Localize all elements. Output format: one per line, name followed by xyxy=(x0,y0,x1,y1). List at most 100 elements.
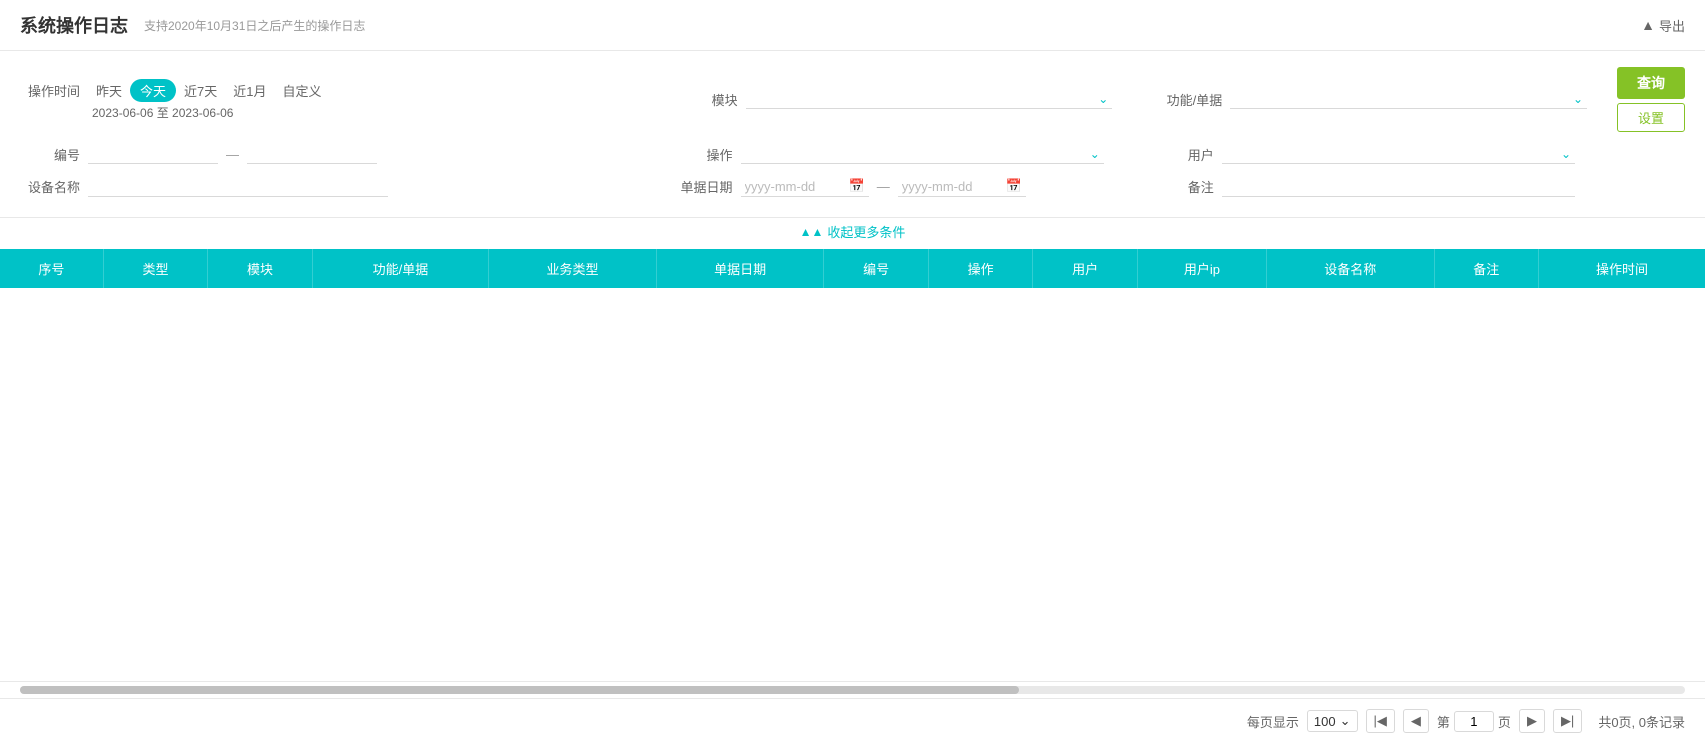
page-prev-btn[interactable]: ◀ xyxy=(1403,709,1429,733)
table-col-模块: 模块 xyxy=(208,249,312,288)
module-label: 模块 xyxy=(678,90,738,109)
user-label: 用户 xyxy=(1144,145,1214,164)
page-header: 系统操作日志 支持2020年10月31日之后产生的操作日志 ▲ 导出 xyxy=(0,0,1705,51)
collapse-row: ▲▲ 收起更多条件 xyxy=(0,222,1705,241)
scrollbar-track xyxy=(20,686,1685,694)
page-unit: 页 xyxy=(1498,712,1511,731)
func-label: 功能/单据 xyxy=(1152,90,1222,109)
page-next-btn[interactable]: ▶ xyxy=(1519,709,1545,733)
module-filter-cell: 模块 ⌄ xyxy=(658,90,1113,109)
table-col-类型: 类型 xyxy=(103,249,207,288)
number-filter-cell: 编号 — xyxy=(20,144,653,164)
page-size-arrow: ⌄ xyxy=(1340,713,1351,729)
table-col-单据日期: 单据日期 xyxy=(656,249,824,288)
date-from-input[interactable] xyxy=(745,179,845,194)
table-col-操作: 操作 xyxy=(928,249,1032,288)
module-chevron-icon: ⌄ xyxy=(1098,92,1108,106)
filter-area: 操作时间 昨天 今天 近7天 近1月 自定义 2023-06-06 至 2023… xyxy=(0,51,1705,218)
settings-button[interactable]: 设置 xyxy=(1617,103,1685,132)
table-col-序号: 序号 xyxy=(0,249,103,288)
filter-row-2: 编号 — 操作 ⌄ 用户 xyxy=(20,144,1685,164)
collapse-label: 收起更多条件 xyxy=(827,222,905,241)
table-body xyxy=(0,288,1705,648)
time-label: 操作时间 xyxy=(20,81,80,100)
voucher-date-cell: 单据日期 📅 — 📅 xyxy=(653,176,1104,197)
today-btn[interactable]: 今天 xyxy=(130,79,176,102)
total-text: 共0页, 0条记录 xyxy=(1598,712,1685,731)
last1m-btn[interactable]: 近1月 xyxy=(225,79,274,102)
table-col-用户ip: 用户ip xyxy=(1137,249,1266,288)
action-buttons: 查询 设置 xyxy=(1617,67,1685,132)
user-select[interactable]: ⌄ xyxy=(1222,145,1575,164)
collapse-up-icon: ▲▲ xyxy=(800,225,824,239)
page-number-input[interactable] xyxy=(1454,711,1494,732)
operation-select[interactable]: ⌄ xyxy=(741,145,1104,164)
page-last-btn[interactable]: ▶| xyxy=(1553,709,1582,733)
table-header-row: 序号类型模块功能/单据业务类型单据日期编号操作用户用户ip设备名称备注操作时间 xyxy=(0,249,1705,288)
last7-btn[interactable]: 近7天 xyxy=(176,79,225,102)
func-chevron-icon: ⌄ xyxy=(1573,92,1583,106)
filter-wrapper: 操作时间 昨天 今天 近7天 近1月 自定义 2023-06-06 至 2023… xyxy=(0,51,1705,249)
operation-label: 操作 xyxy=(673,145,733,164)
query-button[interactable]: 查询 xyxy=(1617,67,1685,99)
user-chevron-icon: ⌄ xyxy=(1561,147,1571,161)
table-col-编号: 编号 xyxy=(824,249,928,288)
calendar-from-icon[interactable]: 📅 xyxy=(849,178,865,194)
time-filter-group: 昨天 今天 近7天 近1月 自定义 xyxy=(88,79,330,102)
remark-filter-cell: 备注 xyxy=(1104,177,1575,197)
table-area: 序号类型模块功能/单据业务类型单据日期编号操作用户用户ip设备名称备注操作时间 xyxy=(0,249,1705,681)
page-first-btn[interactable]: |◀ xyxy=(1366,709,1395,733)
user-filter-cell: 用户 ⌄ xyxy=(1104,145,1575,164)
collapse-button[interactable]: ▲▲ 收起更多条件 xyxy=(800,222,906,241)
device-label: 设备名称 xyxy=(20,177,80,196)
export-label: 导出 xyxy=(1659,16,1685,35)
page-subtitle: 支持2020年10月31日之后产生的操作日志 xyxy=(144,17,365,34)
table-col-业务类型: 业务类型 xyxy=(489,249,657,288)
date-range-text: 2023-06-06 至 2023-06-06 xyxy=(92,106,233,120)
number-input-to[interactable] xyxy=(247,144,377,164)
export-button[interactable]: ▲ 导出 xyxy=(1641,16,1685,35)
table-col-操作时间: 操作时间 xyxy=(1539,249,1705,288)
header-right: ▲ 导出 xyxy=(1641,16,1685,35)
func-select[interactable]: ⌄ xyxy=(1230,90,1587,109)
date-from-wrap: 📅 xyxy=(741,176,869,197)
page-wrapper: 系统操作日志 支持2020年10月31日之后产生的操作日志 ▲ 导出 操作时间 … xyxy=(0,0,1705,743)
table-col-设备名称: 设备名称 xyxy=(1266,249,1434,288)
func-filter-cell: 功能/单据 ⌄ xyxy=(1112,90,1587,109)
page-size-select[interactable]: 100 ⌄ xyxy=(1307,710,1358,732)
operation-filter-cell: 操作 ⌄ xyxy=(653,145,1104,164)
page-size-value: 100 xyxy=(1314,714,1336,729)
yesterday-btn[interactable]: 昨天 xyxy=(88,79,130,102)
device-input[interactable] xyxy=(88,177,388,197)
page-info: 第 页 xyxy=(1437,711,1511,732)
custom-btn[interactable]: 自定义 xyxy=(275,79,330,102)
table-col-用户: 用户 xyxy=(1033,249,1137,288)
voucher-date-label: 单据日期 xyxy=(673,177,733,196)
empty-row xyxy=(0,288,1705,648)
pagination: 每页显示 100 ⌄ |◀ ◀ 第 页 ▶ ▶| 共0页, 0条记录 xyxy=(0,698,1705,743)
data-table: 序号类型模块功能/单据业务类型单据日期编号操作用户用户ip设备名称备注操作时间 xyxy=(0,249,1705,648)
date-dash: — xyxy=(877,179,890,194)
calendar-to-icon[interactable]: 📅 xyxy=(1006,178,1022,194)
page-label: 第 xyxy=(1437,712,1450,731)
table-header: 序号类型模块功能/单据业务类型单据日期编号操作用户用户ip设备名称备注操作时间 xyxy=(0,249,1705,288)
number-label: 编号 xyxy=(20,145,80,164)
scrollbar-area xyxy=(0,681,1705,698)
time-filter-cell: 操作时间 昨天 今天 近7天 近1月 自定义 2023-06-06 至 2023… xyxy=(20,79,658,121)
date-to-input[interactable] xyxy=(902,179,1002,194)
number-dash: — xyxy=(226,147,239,162)
page-title: 系统操作日志 xyxy=(20,12,128,38)
table-col-备注: 备注 xyxy=(1434,249,1538,288)
table-col-功能/单据: 功能/单据 xyxy=(312,249,488,288)
remark-label: 备注 xyxy=(1144,177,1214,196)
module-select[interactable]: ⌄ xyxy=(746,90,1113,109)
remark-input[interactable] xyxy=(1222,177,1575,197)
export-icon: ▲ xyxy=(1641,17,1655,33)
scrollbar-thumb[interactable] xyxy=(20,686,1019,694)
operation-chevron-icon: ⌄ xyxy=(1090,147,1100,161)
filter-row-1: 操作时间 昨天 今天 近7天 近1月 自定义 2023-06-06 至 2023… xyxy=(20,67,1685,132)
filter-row-3: 设备名称 单据日期 📅 — 📅 xyxy=(20,176,1685,197)
page-size-label: 每页显示 xyxy=(1247,712,1299,731)
number-input-from[interactable] xyxy=(88,144,218,164)
date-to-wrap: 📅 xyxy=(898,176,1026,197)
